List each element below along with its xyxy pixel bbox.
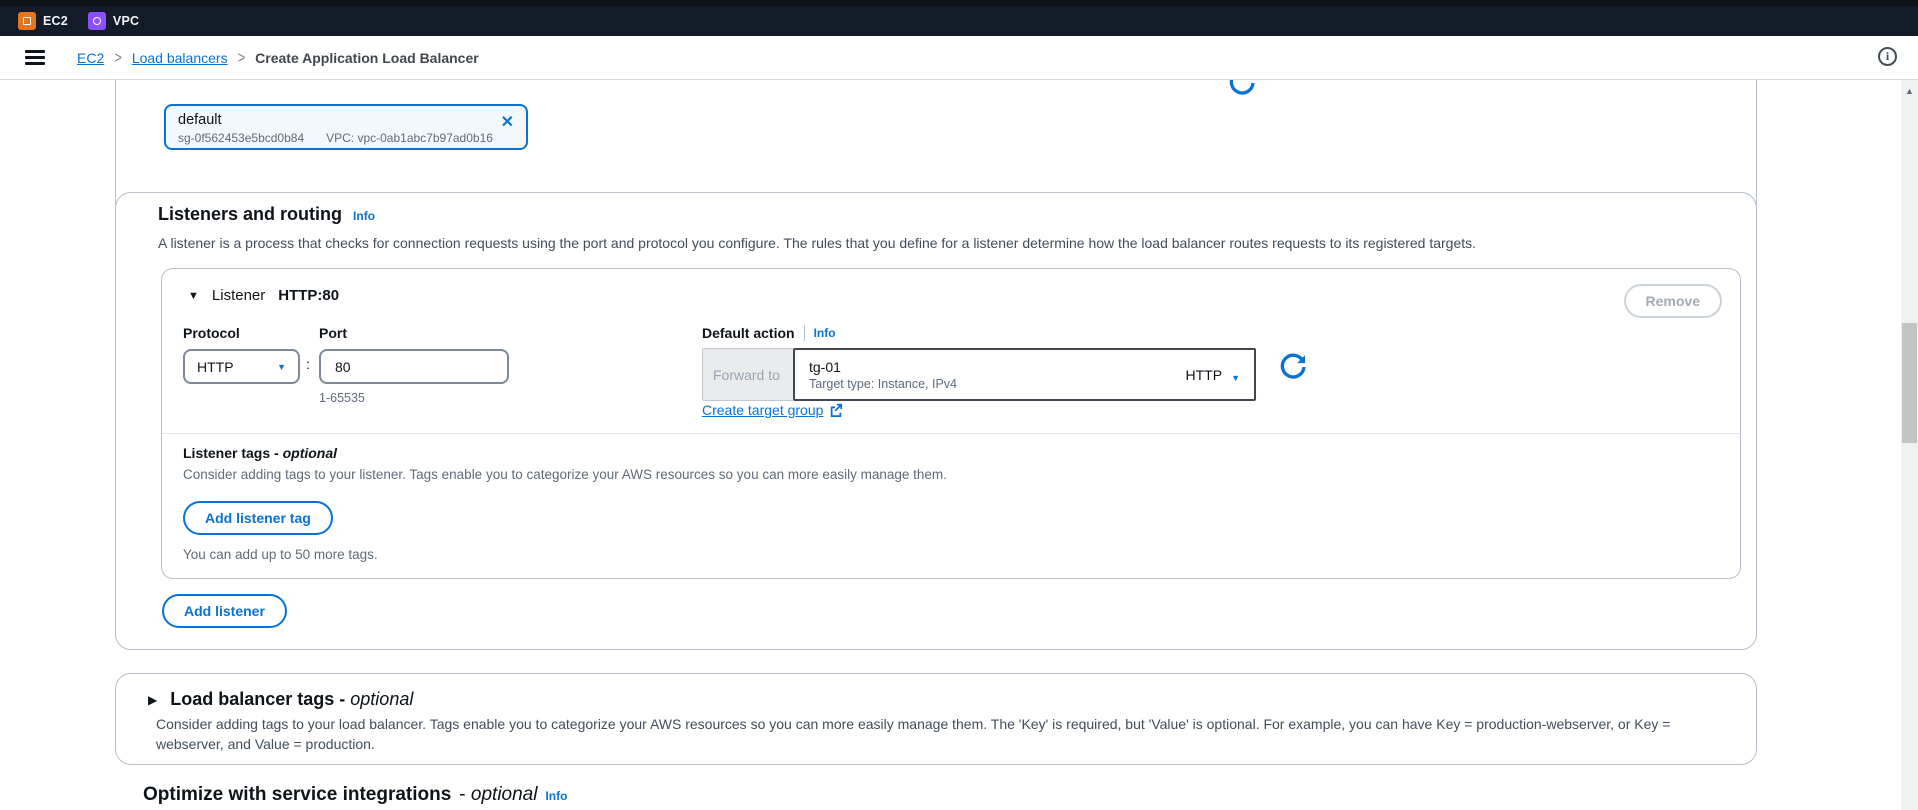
ec2-service-icon: [18, 12, 36, 30]
refresh-icon[interactable]: [1279, 353, 1307, 381]
integrations-optional: - optional: [459, 784, 538, 805]
browser-tab-label: VPC: [112, 14, 140, 28]
listener-tags-title: Listener tags - optional: [183, 445, 337, 461]
expand-triangle-icon[interactable]: ▶: [148, 693, 157, 707]
scrollbar-up-arrow[interactable]: ▲: [1901, 84, 1918, 98]
lb-tags-title: Load balancer tags - optional: [170, 689, 413, 710]
section-title: Listeners and routing: [158, 204, 343, 224]
target-group-select[interactable]: tg-01 Target type: Instance, IPv4 HTTP ▼: [793, 348, 1256, 401]
security-group-vpc: VPC: vpc-0ab1abc7b97ad0b16: [326, 131, 493, 145]
breadcrumb-load-balancers-link[interactable]: Load balancers: [132, 50, 228, 66]
listener-tags-hint: You can add up to 50 more tags.: [183, 547, 378, 562]
breadcrumb-ec2-link[interactable]: EC2: [77, 50, 104, 66]
remove-listener-button[interactable]: Remove: [1623, 284, 1722, 318]
security-group-token: default sg-0f562453e5bcd0b84 VPC: vpc-0a…: [164, 104, 528, 150]
chevron-down-icon: ▼: [1231, 372, 1240, 383]
listener-tags-title-optional: optional: [282, 445, 338, 461]
protocol-select[interactable]: HTTP ▼: [183, 349, 300, 384]
vpc-service-icon: [87, 12, 106, 30]
create-target-group-label: Create target group: [702, 402, 824, 418]
default-action-label: Default action: [702, 325, 795, 341]
load-balancer-tags-panel: ▶ Load balancer tags - optional Consider…: [115, 673, 1757, 765]
integrations-heading: Optimize with service integrations - opt…: [143, 784, 567, 806]
info-link[interactable]: Info: [353, 209, 375, 223]
add-listener-button[interactable]: Add listener: [162, 594, 287, 628]
security-group-name: default: [178, 112, 222, 128]
protocol-label: Protocol: [183, 325, 240, 341]
create-target-group-link[interactable]: Create target group: [702, 402, 843, 418]
lb-tags-description: Consider adding tags to your load balanc…: [156, 716, 1671, 752]
listeners-routing-panel: Listeners and routing Info A listener is…: [115, 192, 1757, 650]
info-link[interactable]: Info: [814, 326, 836, 340]
section-description: A listener is a process that checks for …: [158, 235, 1477, 251]
chevron-down-icon: ▼: [277, 361, 286, 372]
breadcrumb-current-page: Create Application Load Balancer: [255, 49, 479, 66]
port-input[interactable]: [321, 358, 507, 375]
close-icon[interactable]: ✕: [501, 115, 514, 148]
security-group-id: sg-0f562453e5bcd0b84: [178, 131, 305, 145]
browser-tab-bar: EC2 VPC: [0, 0, 1918, 36]
port-colon: :: [306, 356, 310, 372]
collapse-triangle-icon[interactable]: ▼: [188, 290, 199, 302]
target-group-protocol: HTTP: [1185, 366, 1223, 383]
info-link[interactable]: Info: [545, 789, 567, 803]
listener-card: ▼ Listener HTTP:80 Remove Protocol Port …: [161, 268, 1741, 579]
port-input-wrap: [319, 349, 509, 384]
breadcrumb: EC2 > Load balancers > Create Applicatio…: [77, 48, 479, 67]
port-hint: 1-65535: [319, 391, 365, 405]
vertical-scrollbar: ▲: [1901, 80, 1918, 810]
breadcrumb-bar: EC2 > Load balancers > Create Applicatio…: [0, 36, 1918, 80]
target-group-meta: Target type: Instance, IPv4: [809, 376, 957, 391]
browser-tab-label: EC2: [43, 14, 68, 28]
external-link-icon: [831, 403, 843, 417]
listener-label: Listener: [211, 287, 266, 304]
listener-tags-title-main: Listener tags -: [183, 445, 283, 461]
protocol-select-value: HTTP: [197, 358, 234, 375]
screen: EC2 VPC EC2 > Load balancers > Create Ap…: [0, 0, 1918, 810]
browser-tab-vpc[interactable]: VPC: [82, 6, 153, 36]
lb-tags-title-main: Load balancer tags -: [170, 689, 351, 709]
divider: [803, 325, 805, 341]
divider: [162, 433, 1740, 434]
integrations-title: Optimize with service integrations: [143, 784, 452, 805]
menu-icon[interactable]: [25, 50, 45, 65]
forward-to-chip: Forward to: [702, 348, 793, 401]
listener-protocol-port: HTTP:80: [278, 287, 340, 304]
default-action-control: Forward to tg-01 Target type: Instance, …: [702, 348, 1256, 401]
listener-tags-description: Consider adding tags to your listener. T…: [183, 467, 947, 482]
chevron-right-icon: >: [114, 48, 122, 67]
add-listener-tag-button[interactable]: Add listener tag: [183, 501, 333, 535]
scrollbar-thumb[interactable]: [1902, 323, 1917, 443]
page-content: default sg-0f562453e5bcd0b84 VPC: vpc-0a…: [0, 80, 1901, 810]
target-group-name: tg-01: [809, 358, 841, 375]
browser-tab-ec2[interactable]: EC2: [12, 6, 82, 36]
refresh-icon[interactable]: [1228, 80, 1256, 97]
lb-tags-title-optional: optional: [350, 689, 414, 709]
chevron-right-icon: >: [237, 48, 246, 67]
help-info-icon[interactable]: i: [1878, 47, 1897, 66]
port-label: Port: [319, 325, 347, 341]
